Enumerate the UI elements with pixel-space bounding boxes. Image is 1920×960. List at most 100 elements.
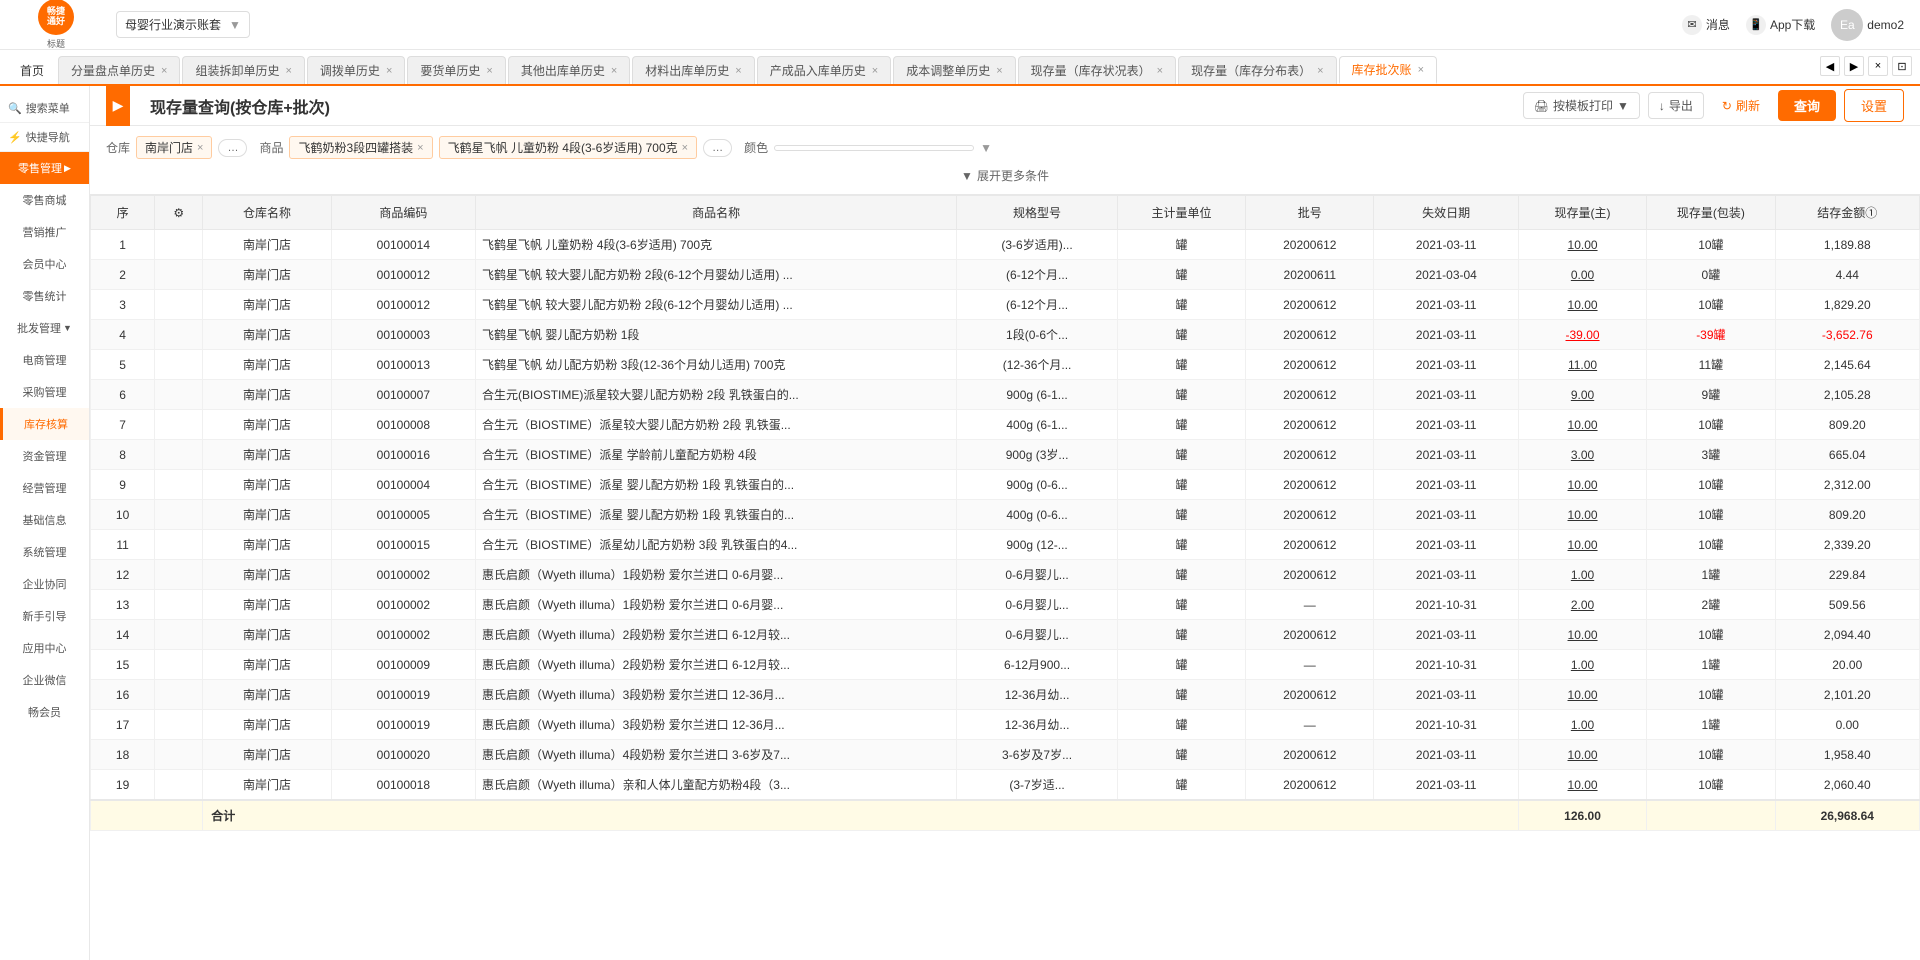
color-dropdown[interactable] — [774, 145, 974, 151]
remove-product-2-icon[interactable]: × — [682, 142, 688, 154]
remove-warehouse-icon[interactable]: × — [197, 142, 203, 154]
table-row: 8 南岸门店 00100016 合生元（BIOSTIME）派星 学龄前儿童配方奶… — [91, 440, 1920, 470]
sidebar-item-operation[interactable]: 经营管理 — [0, 472, 89, 504]
template-print-btn[interactable]: 🖨 按模板打印 ▼ — [1523, 92, 1640, 119]
cell-stock-main[interactable]: 10.00 — [1518, 290, 1646, 320]
tab-home[interactable]: 首页 — [8, 56, 56, 84]
remove-product-1-icon[interactable]: × — [417, 142, 423, 154]
expand-sidebar-btn[interactable]: ▶ — [106, 86, 130, 130]
cell-stock-main[interactable]: 3.00 — [1518, 440, 1646, 470]
tab-next-btn[interactable]: ▶ — [1844, 56, 1864, 76]
sidebar-item-finance[interactable]: 资金管理 — [0, 440, 89, 472]
tab-yaohuo[interactable]: 要货单历史 × — [407, 56, 505, 84]
sidebar-nav[interactable]: ⚡ 快捷导航 — [0, 123, 89, 152]
sidebar-item-member2[interactable]: 畅会员 — [0, 696, 89, 728]
tab-max-btn[interactable]: ⊡ — [1892, 56, 1912, 76]
tab-diaopo[interactable]: 调拨单历史 × — [307, 56, 405, 84]
close-icon[interactable]: × — [1157, 65, 1163, 77]
expand-more-btn[interactable]: ▼ 展开更多条件 — [961, 167, 1049, 184]
sidebar-label: 企业微信 — [23, 672, 67, 688]
sidebar-item-app[interactable]: 应用中心 — [0, 632, 89, 664]
cell-stock-main[interactable]: 1.00 — [1518, 710, 1646, 740]
sidebar-item-ecommerce[interactable]: 电商管理 — [0, 344, 89, 376]
close-icon[interactable]: × — [486, 65, 492, 77]
sidebar-item-basic[interactable]: 基础信息 — [0, 504, 89, 536]
color-expand-icon[interactable]: ▼ — [980, 141, 992, 155]
cell-spec: (12-36个月... — [957, 350, 1117, 380]
cell-stock-main[interactable]: 10.00 — [1518, 740, 1646, 770]
tab-close-btn[interactable]: × — [1868, 56, 1888, 76]
sidebar-search[interactable]: 🔍 搜索菜单 — [0, 94, 89, 123]
warehouse-tag[interactable]: 南岸门店 × — [136, 136, 212, 159]
export-btn[interactable]: ↓ 导出 — [1648, 92, 1704, 119]
cell-stock-main[interactable]: 10.00 — [1518, 770, 1646, 801]
cell-balance: 809.20 — [1775, 410, 1919, 440]
message-btn[interactable]: ✉ 消息 — [1682, 15, 1730, 35]
tab-xianc-fb[interactable]: 现存量（库存分布表） × — [1178, 56, 1336, 84]
cell-stock-main[interactable]: 11.00 — [1518, 350, 1646, 380]
cell-stock-main[interactable]: 10.00 — [1518, 530, 1646, 560]
sidebar-item-system[interactable]: 系统管理 — [0, 536, 89, 568]
cell-stock-main[interactable]: 0.00 — [1518, 260, 1646, 290]
cell-stock-main[interactable]: 10.00 — [1518, 620, 1646, 650]
product-more[interactable]: … — [703, 139, 732, 157]
cell-balance: 2,339.20 — [1775, 530, 1919, 560]
close-icon[interactable]: × — [1317, 65, 1323, 77]
cell-stock-main[interactable]: 10.00 — [1518, 230, 1646, 260]
refresh-btn[interactable]: ↻ 刷新 — [1712, 93, 1770, 118]
tab-zuhe[interactable]: 组装拆卸单历史 × — [182, 56, 304, 84]
col-settings[interactable]: ⚙ — [155, 196, 203, 230]
close-icon[interactable]: × — [735, 65, 741, 77]
tab-qita[interactable]: 其他出库单历史 × — [508, 56, 630, 84]
tab-xianc-kz[interactable]: 现存量（库存状况表） × — [1018, 56, 1176, 84]
close-icon[interactable]: × — [285, 65, 291, 77]
cell-expiry: 2021-03-11 — [1374, 410, 1518, 440]
cell-stock-main[interactable]: 10.00 — [1518, 500, 1646, 530]
product-tag-2[interactable]: 飞鹤星飞帆 儿童奶粉 4段(3-6岁适用) 700克 × — [439, 136, 697, 159]
product-tag-1[interactable]: 飞鹤奶粉3段四罐搭装 × — [289, 136, 432, 159]
tab-prev-btn[interactable]: ◀ — [1820, 56, 1840, 76]
tab-kucun-pici[interactable]: 库存批次账 × — [1339, 56, 1437, 84]
close-icon[interactable]: × — [1418, 64, 1424, 76]
cell-code: 00100012 — [331, 290, 475, 320]
sidebar-item-retail-mall[interactable]: 零售商城 — [0, 184, 89, 216]
chevron-down-icon: ▼ — [63, 323, 72, 333]
warehouse-more[interactable]: … — [218, 139, 247, 157]
sidebar-item-retail-mgmt[interactable]: 零售管理 ▶ — [0, 152, 89, 184]
query-btn[interactable]: 查询 — [1778, 90, 1836, 121]
cell-idx: 6 — [91, 380, 155, 410]
cell-stock-main[interactable]: 10.00 — [1518, 680, 1646, 710]
close-icon[interactable]: × — [872, 65, 878, 77]
settings-btn[interactable]: 设置 — [1844, 89, 1904, 122]
col-spec: 规格型号 — [957, 196, 1117, 230]
user-menu[interactable]: Ea demo2 — [1831, 9, 1904, 41]
sidebar-item-member[interactable]: 会员中心 — [0, 248, 89, 280]
cell-stock-main[interactable]: 2.00 — [1518, 590, 1646, 620]
tab-cailiao[interactable]: 材料出库单历史 × — [632, 56, 754, 84]
tab-chanchenpin[interactable]: 产成品入库单历史 × — [757, 56, 891, 84]
cell-stock-main[interactable]: 1.00 — [1518, 560, 1646, 590]
sidebar-item-wholesale[interactable]: 批发管理 ▼ — [0, 312, 89, 344]
tab-chengben[interactable]: 成本调整单历史 × — [893, 56, 1015, 84]
cell-stock-main[interactable]: 10.00 — [1518, 410, 1646, 440]
cell-stock-main[interactable]: -39.00 — [1518, 320, 1646, 350]
sidebar-item-inventory[interactable]: 库存核算 — [0, 408, 89, 440]
cell-stock-main[interactable]: 1.00 — [1518, 650, 1646, 680]
tab-fenpan[interactable]: 分量盘点单历史 × — [58, 56, 180, 84]
app-download-btn[interactable]: 📱 App下载 — [1746, 15, 1815, 35]
cell-stock-main[interactable]: 10.00 — [1518, 470, 1646, 500]
sidebar-item-marketing[interactable]: 营销推广 — [0, 216, 89, 248]
cell-stock-main[interactable]: 9.00 — [1518, 380, 1646, 410]
cell-stock-pkg: 10罐 — [1647, 470, 1775, 500]
sidebar-item-guide[interactable]: 新手引导 — [0, 600, 89, 632]
close-icon[interactable]: × — [386, 65, 392, 77]
cell-warehouse: 南岸门店 — [203, 260, 331, 290]
sidebar-item-purchase[interactable]: 采购管理 — [0, 376, 89, 408]
workspace-selector[interactable]: 母婴行业演示账套 ▼ — [116, 11, 250, 38]
sidebar-item-retail-stats[interactable]: 零售统计 — [0, 280, 89, 312]
close-icon[interactable]: × — [996, 65, 1002, 77]
close-icon[interactable]: × — [611, 65, 617, 77]
sidebar-item-wechat[interactable]: 企业微信 — [0, 664, 89, 696]
sidebar-item-cooperation[interactable]: 企业协同 — [0, 568, 89, 600]
close-icon[interactable]: × — [161, 65, 167, 77]
